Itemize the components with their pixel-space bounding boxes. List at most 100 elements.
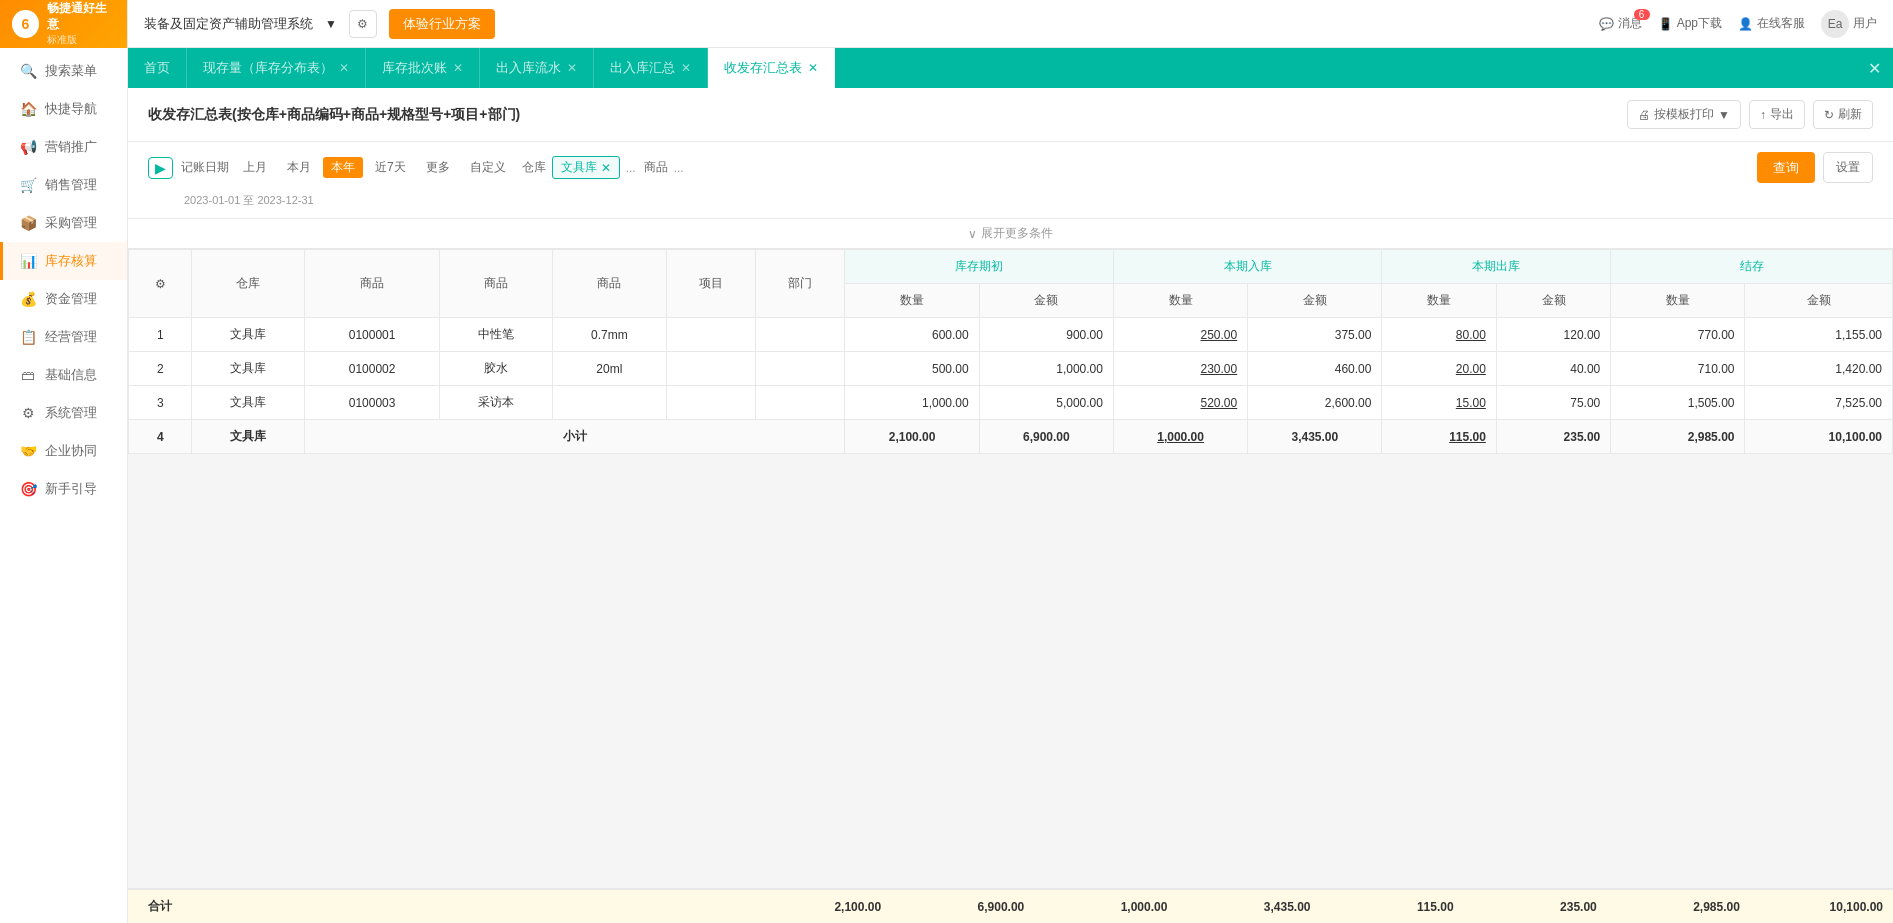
cell-name: 中性笔 [439,318,552,352]
cell-opening-qty: 500.00 [845,352,979,386]
export-button[interactable]: ↑ 导出 [1749,100,1805,129]
cell-in-qty[interactable]: 250.00 [1113,318,1247,352]
tab-close-4[interactable]: ✕ [681,61,691,75]
th-goods-spec: 商品 [552,250,666,318]
messages-btn[interactable]: 💬 消息 6 [1599,15,1642,32]
messages-badge: 6 [1634,9,1650,20]
footer-balance-amount: 10,100.00 [1750,900,1893,914]
sidebar-item-finance[interactable]: 💰资金管理 [0,280,127,318]
table-footer: 合计 2,100.00 6,900.00 1,000.00 3,435.00 1… [128,888,1893,923]
th-department: 部门 [756,250,845,318]
date-btn-近7天[interactable]: 近7天 [367,157,414,178]
tab-close-2[interactable]: ✕ [453,61,463,75]
goods-more-btn[interactable]: ... [674,161,684,175]
cell-in-qty[interactable]: 520.00 [1113,386,1247,420]
online-service-btn[interactable]: 👤 在线客服 [1738,15,1805,32]
footer-opening-amount: 6,900.00 [891,900,1034,914]
sidebar-item-label: 销售管理 [45,176,97,194]
sidebar-item-system[interactable]: ⚙系统管理 [0,394,127,432]
date-btn-更多[interactable]: 更多 [418,157,458,178]
tab-close-3[interactable]: ✕ [567,61,577,75]
user-btn[interactable]: Ea 用户 [1821,10,1877,38]
tab-close-1[interactable]: ✕ [339,61,349,75]
subtotal-in-qty[interactable]: 1,000.00 [1113,420,1247,454]
cell-out-qty[interactable]: 80.00 [1382,318,1496,352]
cell-in-qty[interactable]: 230.00 [1113,352,1247,386]
sidebar-item-marketing[interactable]: 📢营销推广 [0,128,127,166]
system-dropdown[interactable]: ▼ [325,17,337,31]
footer-balance-qty: 2,985.00 [1607,900,1750,914]
sidebar-item-operations[interactable]: 📋经营管理 [0,318,127,356]
download-icon: 📱 [1658,17,1673,31]
topbar-settings-btn[interactable]: ⚙ [349,10,377,38]
warehouse-tag-close[interactable]: ✕ [601,161,611,175]
refresh-button[interactable]: ↻ 刷新 [1813,100,1873,129]
filter-toggle[interactable]: ▶ [148,157,173,179]
tab-5[interactable]: 收发存汇总表✕ [708,48,835,88]
tab-1[interactable]: 现存量（库存分布表） ✕ [187,48,366,88]
date-btn-本年[interactable]: 本年 [323,157,363,178]
app-logo: 6 [12,10,39,38]
query-button[interactable]: 查询 [1757,152,1815,183]
cell-balance-amount: 1,155.00 [1745,318,1893,352]
expand-more-btn[interactable]: ∨ 展开更多条件 [968,225,1053,242]
table-row: 1 文具库 0100001 中性笔 0.7mm 600.00 900.00 25… [129,318,1893,352]
cell-project [667,318,756,352]
tabbar: 首页现存量（库存分布表）✕库存批次账✕出入库流水✕出入库汇总✕收发存汇总表✕✕ [128,48,1893,88]
sidebar-item-search[interactable]: 🔍搜索菜单 [0,52,127,90]
cell-warehouse: 文具库 [192,386,305,420]
date-btn-自定义[interactable]: 自定义 [462,157,514,178]
date-range-display: 2023-01-01 至 2023-12-31 [184,194,314,206]
cell-out-qty[interactable]: 20.00 [1382,352,1496,386]
page-title: 收发存汇总表(按仓库+商品编码+商品+规格型号+项目+部门) [148,106,520,124]
cell-spec: 0.7mm [552,318,666,352]
tabbar-close-btn[interactable]: ✕ [1856,48,1893,88]
tab-2[interactable]: 库存批次账✕ [366,48,480,88]
cell-balance-qty: 1,505.00 [1611,386,1745,420]
th-in-group: 本期入库 [1113,250,1382,284]
print-button[interactable]: 🖨 按模板打印 ▼ [1627,100,1741,129]
table-subtotal-row: 4 文具库 小计 2,100.00 6,900.00 1,000.00 3,43… [129,420,1893,454]
footer-out-qty: 115.00 [1321,900,1464,914]
tab-4[interactable]: 出入库汇总✕ [594,48,708,88]
cell-warehouse: 文具库 [192,318,305,352]
warehouse-more-btn[interactable]: ... [626,161,636,175]
cell-num: 3 [129,386,192,420]
cell-out-amount: 120.00 [1496,318,1610,352]
sidebar-item-cooperation[interactable]: 🤝企业协同 [0,432,127,470]
tab-0[interactable]: 首页 [128,48,187,88]
date-btn-上月[interactable]: 上月 [235,157,275,178]
th-balance-amount: 金额 [1745,284,1893,318]
export-icon: ↑ [1760,108,1766,122]
sidebar-item-sales[interactable]: 🛒销售管理 [0,166,127,204]
filter-bar: ▶ 记账日期 上月本月本年近7天更多自定义 仓库 文具库 ✕ ... 商品 ..… [128,142,1893,219]
settings-button[interactable]: 设置 [1823,152,1873,183]
warehouse-tag[interactable]: 文具库 ✕ [552,156,620,179]
sidebar-item-inventory[interactable]: 📊库存核算 [0,242,127,280]
main-content: 收发存汇总表(按仓库+商品编码+商品+规格型号+项目+部门) 🖨 按模板打印 ▼… [128,88,1893,923]
tab-close-5[interactable]: ✕ [808,61,818,75]
cell-balance-amount: 1,420.00 [1745,352,1893,386]
data-table-wrapper: ⚙ 仓库 商品 商品 商品 项目 部门 库存期初 本期入库 本期出库 结存 数量… [128,249,1893,454]
app-download-btn[interactable]: 📱 App下载 [1658,15,1722,32]
sidebar-item-quick-nav[interactable]: 🏠快捷导航 [0,90,127,128]
tab-label: 现存量（库存分布表） [203,59,333,77]
purchase-icon: 📦 [19,215,37,231]
cell-out-qty[interactable]: 15.00 [1382,386,1496,420]
th-balance-group: 结存 [1611,250,1893,284]
cell-in-amount: 375.00 [1248,318,1382,352]
trial-button[interactable]: 体验行业方案 [389,9,495,39]
inventory-icon: 📊 [19,253,37,269]
cell-opening-amount: 1,000.00 [979,352,1113,386]
th-settings[interactable]: ⚙ [129,250,192,318]
sidebar-item-guide[interactable]: 🎯新手引导 [0,470,127,508]
th-project: 项目 [667,250,756,318]
sidebar-item-basic-info[interactable]: 🗃基础信息 [0,356,127,394]
date-btn-本月[interactable]: 本月 [279,157,319,178]
subtotal-out-qty[interactable]: 115.00 [1382,420,1496,454]
sidebar-header[interactable]: 6 畅捷通好生意 标准版 [0,0,127,48]
subtotal-warehouse: 文具库 [192,420,305,454]
tab-3[interactable]: 出入库流水✕ [480,48,594,88]
th-in-qty: 数量 [1113,284,1247,318]
sidebar-item-purchase[interactable]: 📦采购管理 [0,204,127,242]
